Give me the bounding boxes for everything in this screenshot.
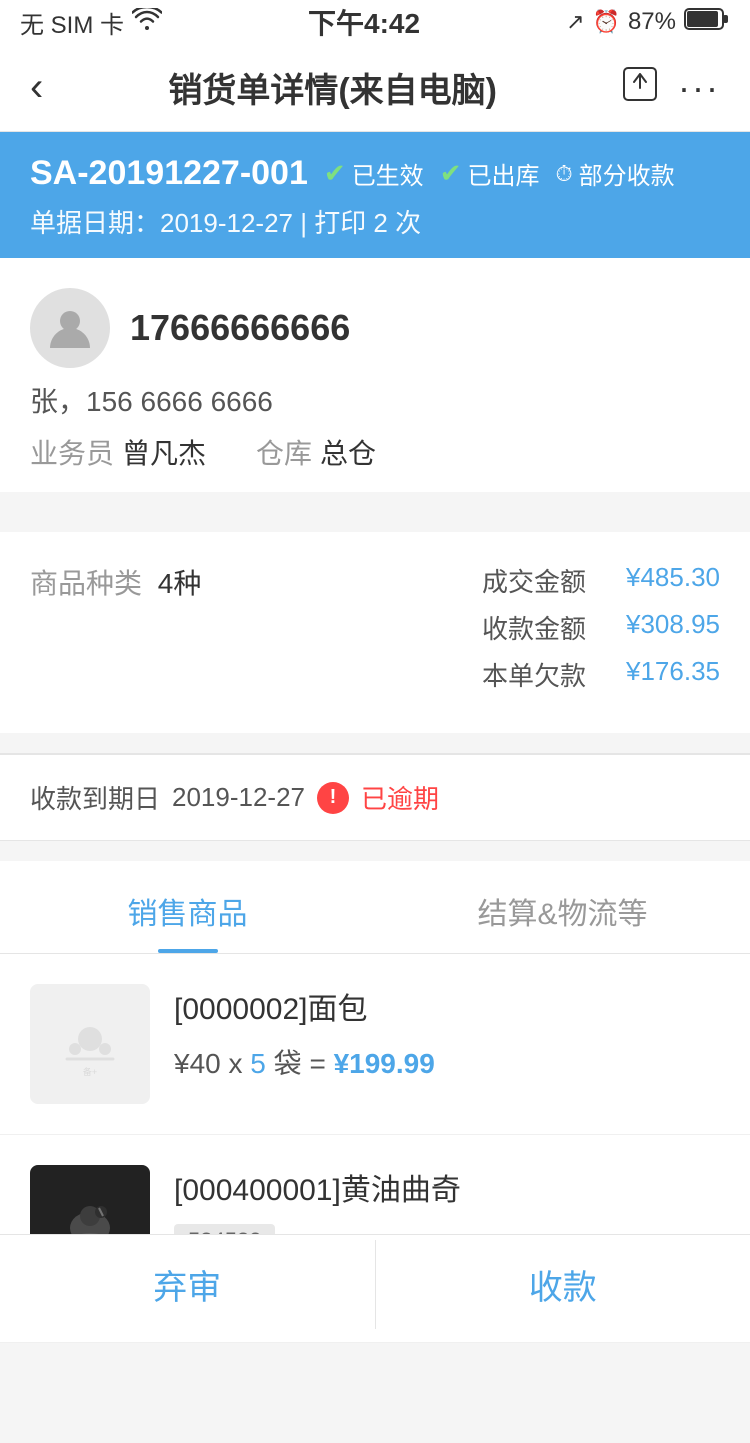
collected-label: 收款金额	[482, 609, 586, 646]
wifi-icon	[132, 8, 162, 37]
due-date: 2019-12-27	[172, 782, 305, 813]
battery-text: 87%	[628, 8, 676, 36]
tab-settlement[interactable]: 结算&物流等	[375, 861, 750, 953]
tab-products[interactable]: 销售商品	[0, 861, 375, 953]
back-button[interactable]: ‹	[30, 65, 43, 110]
overdue-icon: !	[317, 782, 349, 814]
status-dispatched: ✔ 已出库	[440, 156, 540, 191]
battery-icon	[684, 7, 730, 38]
more-icon[interactable]: ···	[678, 67, 720, 109]
due-section: 收款到期日 2019-12-27 ! 已逾期	[0, 755, 750, 841]
order-number-row: SA-20191227-001 ✔ 已生效 ✔ 已出库 ⏱ 部分收款	[30, 154, 720, 193]
amount-stats: 成交金额 ¥485.30 收款金额 ¥308.95 本单欠款 ¥176.35	[482, 562, 720, 703]
product-thumbnail-1: 备+	[30, 984, 150, 1104]
product-item: 备+ [0000002]面包 ¥40 x 5 袋 = ¥199.99	[0, 954, 750, 1135]
reject-button[interactable]: 弃审	[0, 1240, 376, 1329]
product-name-1: [0000002]面包	[174, 984, 720, 1028]
page-title: 销货单详情(来自电脑)	[168, 63, 497, 112]
customer-info: 张，156 6666 6666	[30, 380, 720, 420]
doc-date: 单据日期：2019-12-27 | 打印 2 次	[30, 203, 720, 240]
deal-value: ¥485.30	[626, 562, 720, 599]
warehouse-value: 总仓	[320, 432, 376, 472]
bottom-bar: 弃审 收款	[0, 1234, 750, 1334]
category-label: 商品种类	[30, 568, 142, 599]
owed-label: 本单欠款	[482, 656, 586, 693]
sales-rep-value: 曾凡杰	[122, 432, 206, 472]
status-bar: 无 SIM 卡 下午4:42 ↗ ⏰ 87%	[0, 0, 750, 44]
overdue-text: 已逾期	[361, 779, 439, 816]
status-partial: ⏱ 部分收款	[555, 156, 674, 191]
section-divider-3	[0, 841, 750, 861]
owed-value: ¥176.35	[626, 656, 720, 693]
product-info-1: [0000002]面包 ¥40 x 5 袋 = ¥199.99	[174, 984, 720, 1082]
deal-amount-row: 成交金额 ¥485.30	[482, 562, 720, 599]
product-total-1: ¥199.99	[334, 1048, 435, 1079]
customer-meta: 业务员 曾凡杰 仓库 总仓	[30, 432, 720, 472]
location-icon: ↗	[566, 9, 584, 35]
product-category: 商品种类 4种	[30, 562, 201, 602]
product-price-1: ¥40 x 5 袋 = ¥199.99	[174, 1042, 720, 1082]
header-band: SA-20191227-001 ✔ 已生效 ✔ 已出库 ⏱ 部分收款 单据日期：…	[0, 132, 750, 258]
collect-button[interactable]: 收款	[376, 1240, 750, 1329]
status-right: ↗ ⏰ 87%	[566, 7, 730, 38]
collected-amount-row: 收款金额 ¥308.95	[482, 609, 720, 646]
sales-rep-label: 业务员	[30, 432, 114, 472]
collected-value: ¥308.95	[626, 609, 720, 646]
customer-phone: 17666666666	[130, 307, 350, 349]
owed-amount-row: 本单欠款 ¥176.35	[482, 656, 720, 693]
deal-label: 成交金额	[482, 562, 586, 599]
status-time: 下午4:42	[308, 2, 420, 42]
alarm-icon: ⏰	[593, 9, 620, 35]
nav-actions: ···	[622, 66, 720, 110]
status-active: ✔ 已生效	[324, 156, 424, 191]
product-qty-1: 5	[250, 1048, 266, 1079]
status-left: 无 SIM 卡	[20, 5, 162, 40]
tab-bar: 销售商品 结算&物流等	[0, 861, 750, 954]
avatar	[30, 288, 110, 368]
due-label: 收款到期日	[30, 779, 160, 816]
order-number: SA-20191227-001	[30, 154, 308, 193]
customer-name-row: 17666666666	[30, 288, 720, 368]
stats-section: 商品种类 4种 成交金额 ¥485.30 收款金额 ¥308.95 本单欠款 ¥…	[0, 532, 750, 733]
section-divider-1	[0, 512, 750, 532]
nav-bar: ‹ 销货单详情(来自电脑) ···	[0, 44, 750, 132]
category-value: 4种	[158, 568, 202, 599]
share-icon[interactable]	[622, 66, 658, 110]
warehouse-label: 仓库	[256, 432, 312, 472]
carrier-text: 无 SIM 卡	[20, 5, 124, 40]
product-name-2: [000400001]黄油曲奇	[174, 1165, 720, 1209]
customer-section: 17666666666 张，156 6666 6666 业务员 曾凡杰 仓库 总…	[0, 258, 750, 492]
svg-text:备+: 备+	[83, 1066, 97, 1077]
